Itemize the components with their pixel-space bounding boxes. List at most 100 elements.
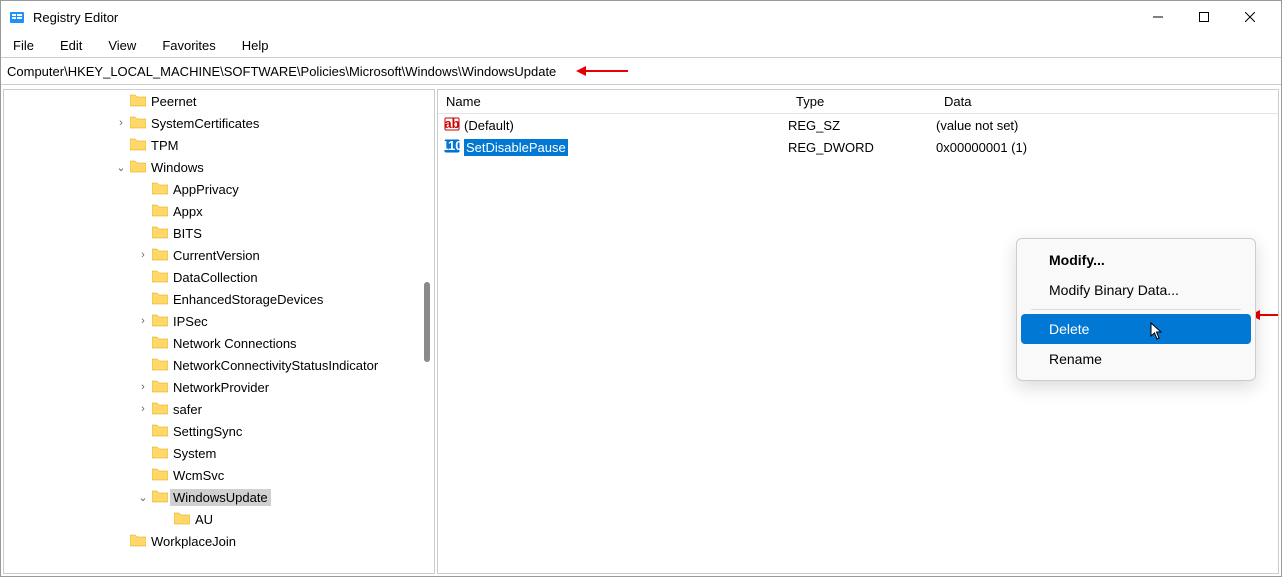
tree-label: NetworkProvider	[170, 379, 272, 396]
tree-item[interactable]: NetworkConnectivityStatusIndicator	[4, 354, 434, 376]
menu-favorites[interactable]: Favorites	[158, 36, 219, 55]
chevron-right-icon[interactable]: ›	[114, 117, 128, 129]
tree-label: Windows	[148, 159, 207, 176]
list-panel: Name Type Data ab(Default)REG_SZ(value n…	[437, 89, 1279, 574]
tree-label: safer	[170, 401, 205, 418]
close-button[interactable]	[1227, 1, 1273, 33]
tree-label: EnhancedStorageDevices	[170, 291, 326, 308]
tree-item[interactable]: SettingSync	[4, 420, 434, 442]
tree-item[interactable]: WorkplaceJoin	[4, 530, 434, 552]
cursor-icon	[1150, 322, 1164, 343]
tree-item[interactable]: › SystemCertificates	[4, 112, 434, 134]
tree-label: WcmSvc	[170, 467, 227, 484]
folder-icon	[152, 401, 168, 418]
tree-label: Appx	[170, 203, 206, 220]
tree-item[interactable]: Peernet	[4, 90, 434, 112]
tree-panel: Peernet › SystemCertificates TPM ⌄ Windows…	[3, 89, 435, 574]
chevron-down-icon[interactable]: ⌄	[136, 491, 150, 504]
tree-label: DataCollection	[170, 269, 261, 286]
value-data: 0x00000001 (1)	[936, 140, 1136, 155]
tree-label: AppPrivacy	[170, 181, 242, 198]
value-type: REG_DWORD	[788, 140, 936, 155]
menu-edit[interactable]: Edit	[56, 36, 86, 55]
chevron-right-icon[interactable]: ›	[136, 403, 150, 415]
tree-item[interactable]: › NetworkProvider	[4, 376, 434, 398]
tree-item[interactable]: EnhancedStorageDevices	[4, 288, 434, 310]
tree-item[interactable]: Appx	[4, 200, 434, 222]
tree-item[interactable]: ⌄ Windows	[4, 156, 434, 178]
folder-icon	[152, 313, 168, 330]
value-row[interactable]: 110 SetDisablePause REG_DWORD0x00000001 (1…	[438, 136, 1278, 158]
chevron-right-icon[interactable]: ›	[136, 249, 150, 261]
tree-label: NetworkConnectivityStatusIndicator	[170, 357, 381, 374]
tree-item[interactable]: › IPSec	[4, 310, 434, 332]
context-menu: Modify... Modify Binary Data... Delete R…	[1016, 238, 1256, 381]
menu-rename[interactable]: Rename	[1021, 344, 1251, 374]
tree-label: SettingSync	[170, 423, 245, 440]
menu-separator	[1031, 309, 1241, 310]
svg-text:110: 110	[444, 138, 460, 153]
tree-label: TPM	[148, 137, 181, 154]
menu-bar: File Edit View Favorites Help	[1, 33, 1281, 57]
menu-delete[interactable]: Delete	[1021, 314, 1251, 344]
tree-item[interactable]: BITS	[4, 222, 434, 244]
tree-item[interactable]: AU	[4, 508, 434, 530]
menu-modify-binary[interactable]: Modify Binary Data...	[1021, 275, 1251, 305]
folder-icon	[152, 335, 168, 352]
folder-icon	[130, 533, 146, 550]
value-name: SetDisablePause	[464, 139, 568, 156]
chevron-down-icon[interactable]: ⌄	[114, 161, 128, 174]
value-name: (Default)	[464, 118, 514, 133]
tree-label: AU	[192, 511, 216, 528]
tree-item[interactable]: WcmSvc	[4, 464, 434, 486]
annotation-arrow-icon	[576, 65, 628, 77]
tree-item[interactable]: ›CurrentVersion	[4, 244, 434, 266]
tree-item[interactable]: TPM	[4, 134, 434, 156]
folder-icon	[152, 379, 168, 396]
col-name[interactable]: Name	[438, 91, 788, 112]
tree-item[interactable]: System	[4, 442, 434, 464]
folder-icon	[130, 93, 146, 110]
tree-item[interactable]: DataCollection	[4, 266, 434, 288]
tree-item[interactable]: AppPrivacy	[4, 178, 434, 200]
menu-view[interactable]: View	[104, 36, 140, 55]
folder-icon	[152, 181, 168, 198]
col-type[interactable]: Type	[788, 91, 936, 112]
folder-icon	[152, 357, 168, 374]
menu-modify[interactable]: Modify...	[1021, 245, 1251, 275]
chevron-right-icon[interactable]: ›	[136, 381, 150, 393]
address-text: Computer\HKEY_LOCAL_MACHINE\SOFTWARE\Pol…	[7, 64, 556, 79]
col-data[interactable]: Data	[936, 91, 1136, 112]
svg-text:ab: ab	[444, 116, 459, 131]
value-data: (value not set)	[936, 118, 1136, 133]
folder-icon	[152, 445, 168, 462]
folder-icon	[152, 269, 168, 286]
chevron-right-icon[interactable]: ›	[136, 315, 150, 327]
minimize-button[interactable]	[1135, 1, 1181, 33]
maximize-button[interactable]	[1181, 1, 1227, 33]
tree-label: BITS	[170, 225, 205, 242]
folder-icon	[152, 489, 168, 506]
address-bar[interactable]: Computer\HKEY_LOCAL_MACHINE\SOFTWARE\Pol…	[1, 57, 1281, 85]
folder-icon	[130, 159, 146, 176]
value-row[interactable]: ab(Default)REG_SZ(value not set)	[438, 114, 1278, 136]
folder-icon	[152, 247, 168, 264]
folder-icon	[130, 137, 146, 154]
tree-label: SystemCertificates	[148, 115, 262, 132]
scrollbar-thumb[interactable]	[424, 282, 430, 362]
tree-label: WindowsUpdate	[170, 489, 271, 506]
tree-item[interactable]: Network Connections	[4, 332, 434, 354]
tree-item[interactable]: ⌄ WindowsUpdate	[4, 486, 434, 508]
tree-item[interactable]: › safer	[4, 398, 434, 420]
menu-help[interactable]: Help	[238, 36, 273, 55]
menu-file[interactable]: File	[9, 36, 38, 55]
folder-icon	[152, 467, 168, 484]
folder-icon	[152, 423, 168, 440]
tree-scroll[interactable]: Peernet › SystemCertificates TPM ⌄ Windows…	[4, 90, 434, 573]
app-icon	[9, 9, 25, 25]
tree-label: IPSec	[170, 313, 211, 330]
folder-icon	[174, 511, 190, 528]
value-icon: ab	[444, 116, 460, 135]
folder-icon	[152, 203, 168, 220]
folder-icon	[152, 291, 168, 308]
